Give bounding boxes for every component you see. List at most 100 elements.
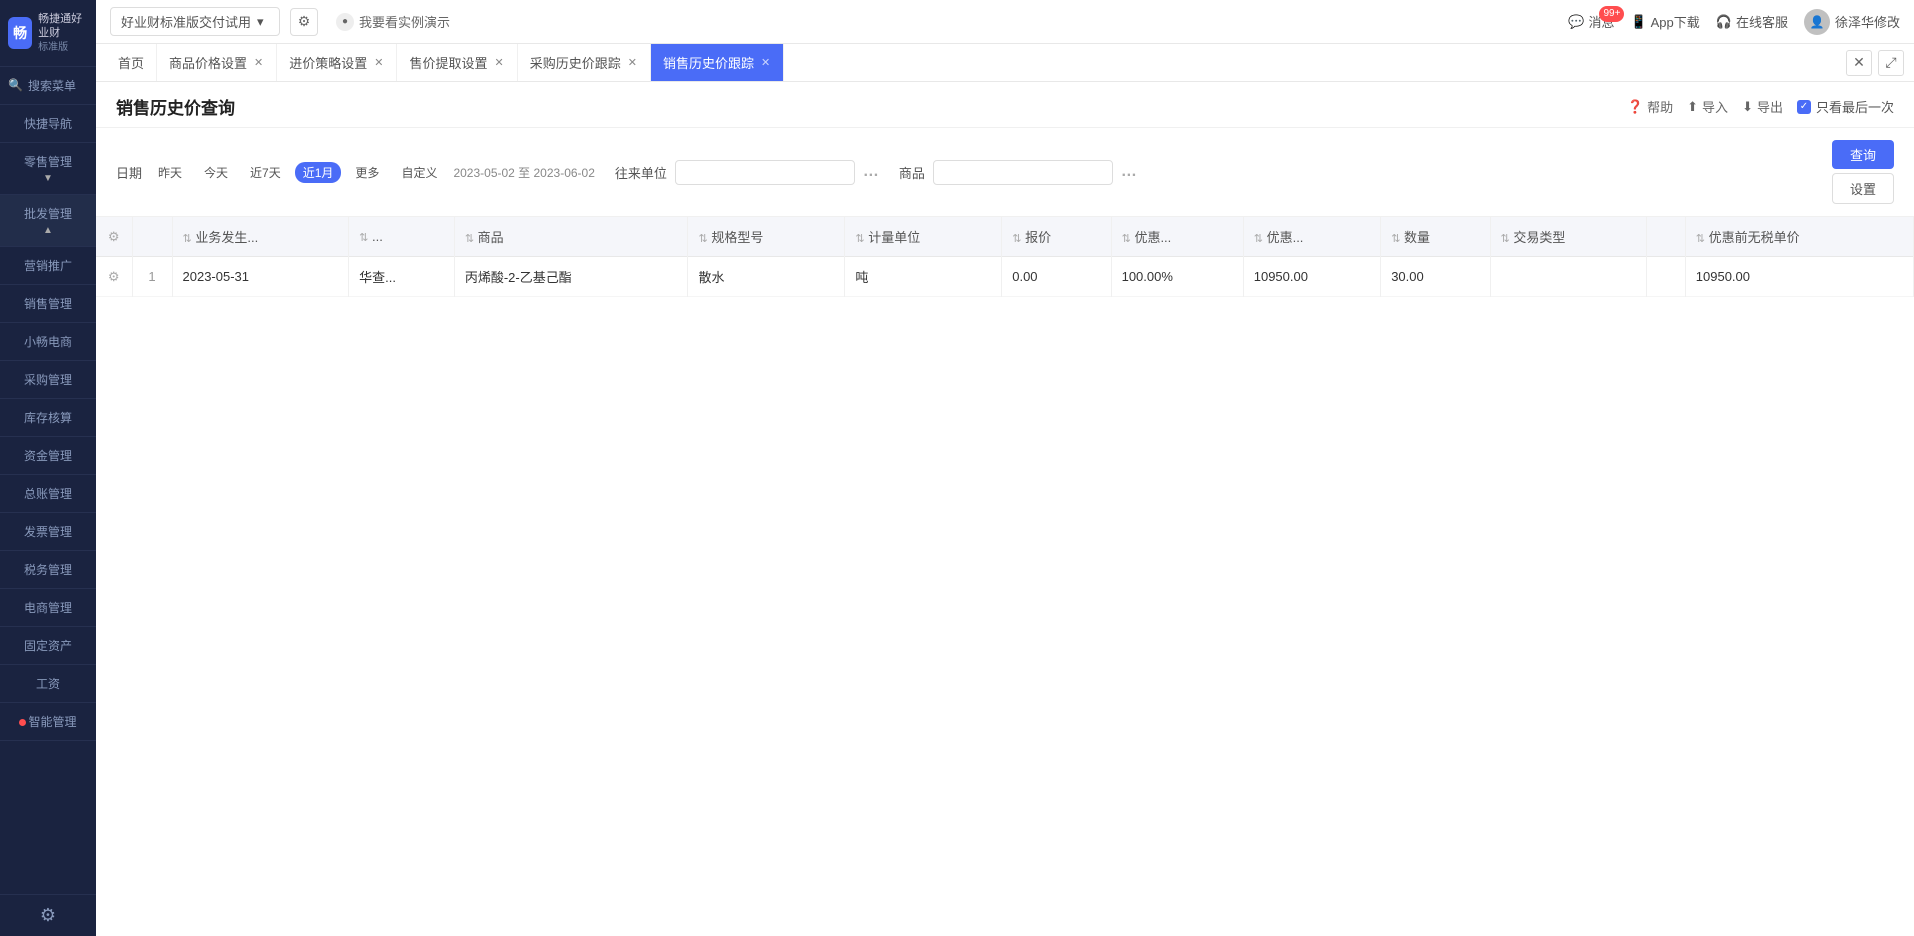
date-btn-today[interactable]: 今天 <box>196 162 236 183</box>
sidebar-item-tax[interactable]: 税务管理 <box>0 551 96 589</box>
results-table: ⚙ ⇅ 业务发生... ⇅ ... ⇅ 商品 <box>96 217 1914 297</box>
tab-close-price[interactable]: ✕ <box>253 55 264 70</box>
version-dropdown[interactable]: 好业财标准版交付试用 ▾ <box>110 7 280 36</box>
query-button[interactable]: 查询 <box>1832 140 1894 169</box>
tab-close-purchase-history[interactable]: ✕ <box>627 55 638 70</box>
sidebar-settings-button[interactable]: ⚙ <box>0 894 96 936</box>
product-input[interactable] <box>933 160 1113 185</box>
col-header-discount2[interactable]: ⇅ 优惠... <box>1243 217 1380 257</box>
chevron-up-icon: ▲ <box>43 225 53 236</box>
import-action[interactable]: ⬆ 导入 <box>1687 97 1728 116</box>
help-icon: ❓ <box>1627 99 1643 115</box>
tabbar: 首页 商品价格设置 ✕ 进价策略设置 ✕ 售价提取设置 ✕ 采购历史价跟踪 ✕ … <box>96 44 1914 82</box>
tab-close-extract[interactable]: ✕ <box>494 55 505 70</box>
date-btn-7days[interactable]: 近7天 <box>242 162 289 183</box>
sort-icon-8: ⇅ <box>1254 233 1263 245</box>
sidebar-item-ledger[interactable]: 总账管理 <box>0 475 96 513</box>
page-title: 销售历史价查询 <box>116 94 235 119</box>
sort-icon-11: ⇅ <box>1696 233 1705 245</box>
col-header-quantity[interactable]: ⇅ 数量 <box>1381 217 1490 257</box>
date-btn-yesterday[interactable]: 昨天 <box>150 162 190 183</box>
sidebar-item-invoice[interactable]: 发票管理 <box>0 513 96 551</box>
demo-button[interactable]: ● 我要看实例演示 <box>336 12 450 31</box>
col-header-product[interactable]: ⇅ 商品 <box>454 217 688 257</box>
tab-extract[interactable]: 售价提取设置 ✕ <box>397 44 517 82</box>
date-btn-1month[interactable]: 近1月 <box>295 162 342 183</box>
table-row: ⚙ 1 2023-05-31 华查... 丙烯酸-2-乙基己酯 散水 吨 0.0… <box>96 257 1914 297</box>
logo-icon: 畅 <box>8 17 32 49</box>
search-icon: 🔍 <box>8 78 23 92</box>
topbar-settings-button[interactable]: ⚙ <box>290 8 318 36</box>
sidebar-item-purchase[interactable]: 采购管理 <box>0 361 96 399</box>
from-unit-label: 往来单位 <box>615 163 667 182</box>
from-unit-input[interactable] <box>675 160 855 185</box>
only-last-checkbox[interactable]: ✓ 只看最后一次 <box>1797 97 1894 116</box>
col-header-discount1[interactable]: ⇅ 优惠... <box>1111 217 1243 257</box>
sidebar-item-payroll[interactable]: 工资 <box>0 665 96 703</box>
close-tab-ctrl[interactable]: ✕ <box>1846 50 1872 76</box>
sidebar-item-inventory[interactable]: 库存核算 <box>0 399 96 437</box>
cell-gear[interactable]: ⚙ <box>96 257 132 297</box>
cell-tx-type <box>1490 257 1647 297</box>
tab-strategy[interactable]: 进价策略设置 ✕ <box>277 44 397 82</box>
table-container: ⚙ ⇅ 业务发生... ⇅ ... ⇅ 商品 <box>96 217 1914 936</box>
cell-discount2: 10950.00 <box>1243 257 1380 297</box>
sort-icon-7: ⇅ <box>1122 233 1131 245</box>
sort-icon-5: ⇅ <box>855 233 864 245</box>
date-btn-more[interactable]: 更多 <box>347 162 387 183</box>
tab-home[interactable]: 首页 <box>106 44 157 82</box>
col-header-col3[interactable]: ⇅ ... <box>349 217 455 257</box>
logo-text: 畅捷通好业财 标准版 <box>38 12 88 54</box>
sidebar-item-retail[interactable]: 零售管理 ▼ <box>0 143 96 195</box>
expand-tab-ctrl[interactable]: ⤢ <box>1878 50 1904 76</box>
demo-icon: ● <box>336 13 354 31</box>
col-header-tx-type[interactable]: ⇅ 交易类型 <box>1490 217 1647 257</box>
help-action[interactable]: ❓ 帮助 <box>1627 97 1673 116</box>
cell-quantity: 30.00 <box>1381 257 1490 297</box>
online-service-button[interactable]: 🎧 在线客服 <box>1716 12 1788 31</box>
avatar: 👤 <box>1804 9 1830 35</box>
sidebar-item-ecommerce-small[interactable]: 小畅电商 <box>0 323 96 361</box>
tab-price[interactable]: 商品价格设置 ✕ <box>157 44 277 82</box>
app-download-button[interactable]: 📱 App下载 <box>1630 12 1699 31</box>
tab-close-sales-history[interactable]: ✕ <box>760 55 771 70</box>
col-header-price[interactable]: ⇅ 报价 <box>1002 217 1111 257</box>
content-area: 销售历史价查询 ❓ 帮助 ⬆ 导入 ⬇ 导出 ✓ 只看最后一次 <box>96 82 1914 936</box>
tabbar-controls: ✕ ⤢ <box>1846 50 1904 76</box>
col-header-biz-date[interactable]: ⇅ 业务发生... <box>172 217 349 257</box>
sidebar-item-marketing[interactable]: 营销推广 <box>0 247 96 285</box>
sidebar-search[interactable]: 🔍 搜索菜单 <box>0 67 96 105</box>
sidebar-item-sales[interactable]: 销售管理 <box>0 285 96 323</box>
cell-discount1: 100.00% <box>1111 257 1243 297</box>
col-header-pretax-price[interactable]: ⇅ 优惠前无税单价 <box>1685 217 1913 257</box>
col-header-spacer <box>1647 217 1685 257</box>
message-button[interactable]: 💬 消息 99+ <box>1568 12 1614 31</box>
sidebar-item-fixed-assets[interactable]: 固定资产 <box>0 627 96 665</box>
settings-button[interactable]: 设置 <box>1832 173 1894 204</box>
tab-purchase-history[interactable]: 采购历史价跟踪 ✕ <box>518 44 651 82</box>
col-header-spec[interactable]: ⇅ 规格型号 <box>688 217 845 257</box>
page-actions: ❓ 帮助 ⬆ 导入 ⬇ 导出 ✓ 只看最后一次 <box>1627 97 1894 116</box>
cell-product: 丙烯酸-2-乙基己酯 <box>454 257 688 297</box>
sort-icon-6: ⇅ <box>1012 233 1021 245</box>
export-icon: ⬇ <box>1742 99 1753 115</box>
tab-close-strategy[interactable]: ✕ <box>373 55 384 70</box>
from-unit-dots[interactable]: … <box>863 163 879 181</box>
sidebar-item-quicknav[interactable]: 快捷导航 <box>0 105 96 143</box>
sidebar-item-smart[interactable]: 智能管理 <box>0 703 96 741</box>
user-menu[interactable]: 👤 徐泽华修改 <box>1804 9 1900 35</box>
sort-icon-10: ⇅ <box>1501 233 1510 245</box>
sidebar-item-ec-mgmt[interactable]: 电商管理 <box>0 589 96 627</box>
tab-sales-history[interactable]: 销售历史价跟踪 ✕ <box>651 44 784 82</box>
sidebar-item-capital[interactable]: 资金管理 <box>0 437 96 475</box>
col-header-unit[interactable]: ⇅ 计量单位 <box>845 217 1002 257</box>
sidebar-item-wholesale[interactable]: 批发管理 ▲ <box>0 195 96 247</box>
date-btn-custom[interactable]: 自定义 <box>393 162 445 183</box>
cell-spacer <box>1647 257 1685 297</box>
from-unit-search-group: 往来单位 … <box>615 160 879 185</box>
dot-indicator <box>19 719 26 726</box>
sort-icon-2: ⇅ <box>359 232 368 244</box>
product-dots[interactable]: … <box>1121 163 1137 181</box>
export-action[interactable]: ⬇ 导出 <box>1742 97 1783 116</box>
col-header-gear[interactable]: ⚙ <box>96 217 132 257</box>
